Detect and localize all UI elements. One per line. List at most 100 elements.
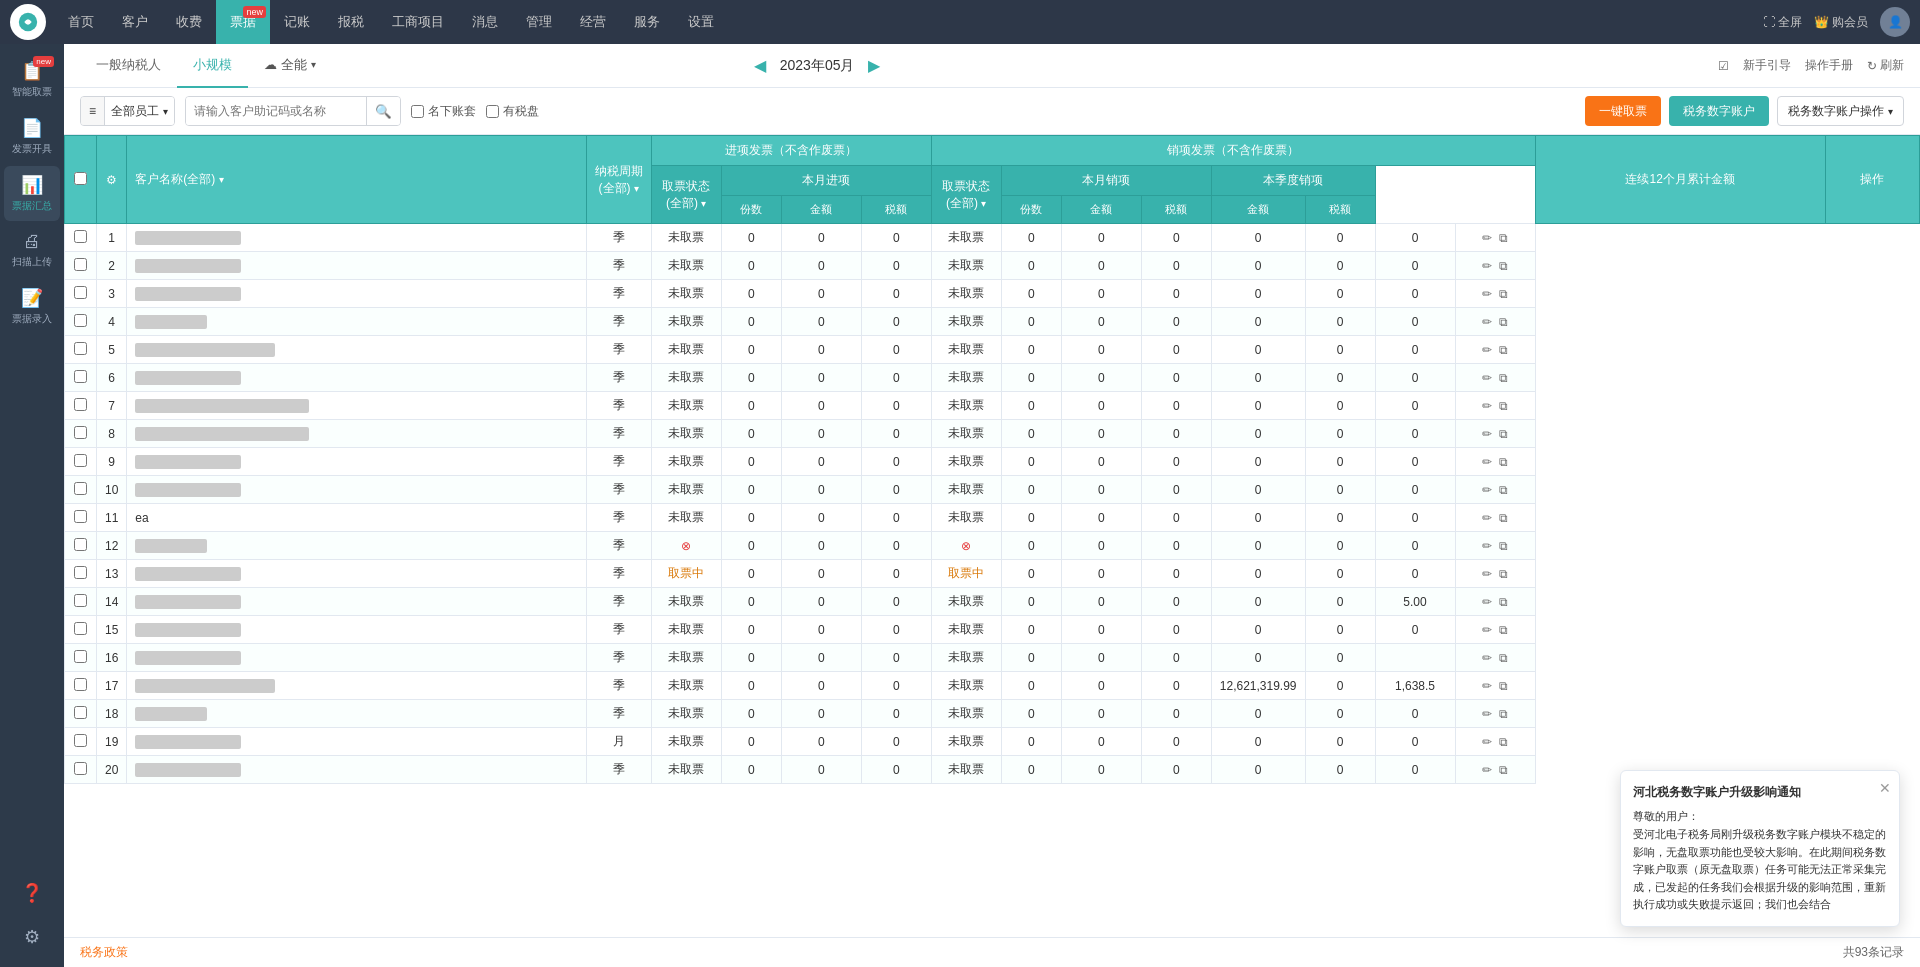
help-button[interactable]: ❓ [14, 875, 50, 911]
sidebar-item-smart-ticket[interactable]: 📋 智能取票 new [4, 52, 60, 107]
copy-icon[interactable]: ⧉ [1499, 399, 1508, 413]
nav-message[interactable]: 消息 [458, 0, 512, 44]
row-checkbox[interactable] [74, 398, 87, 411]
col-select-all[interactable] [65, 136, 97, 224]
avatar[interactable]: 👤 [1880, 7, 1910, 37]
edit-icon[interactable]: ✏ [1482, 371, 1492, 385]
copy-icon[interactable]: ⧉ [1499, 707, 1508, 721]
col-client-name[interactable]: 客户名称(全部) ▾ [127, 136, 586, 224]
edit-icon[interactable]: ✏ [1482, 595, 1492, 609]
digital-account-ops-button[interactable]: 税务数字账户操作 ▾ [1777, 96, 1904, 126]
nav-business[interactable]: 工商项目 [378, 0, 458, 44]
select-all-checkbox[interactable] [74, 172, 87, 185]
row-checkbox[interactable] [74, 762, 87, 775]
edit-icon[interactable]: ✏ [1482, 735, 1492, 749]
row-checkbox[interactable] [74, 510, 87, 523]
row-checkbox-cell[interactable] [65, 700, 97, 728]
copy-icon[interactable]: ⧉ [1499, 623, 1508, 637]
filter-cycle-icon[interactable]: ▾ [634, 183, 639, 194]
copy-icon[interactable]: ⧉ [1499, 287, 1508, 301]
edit-icon[interactable]: ✏ [1482, 343, 1492, 357]
edit-icon[interactable]: ✏ [1482, 763, 1492, 777]
row-checkbox[interactable] [74, 594, 87, 607]
nav-operation[interactable]: 经营 [566, 0, 620, 44]
refresh-button[interactable]: ↻ 刷新 [1867, 57, 1904, 74]
checkbox-subaccount[interactable] [411, 105, 424, 118]
fullscreen-button[interactable]: ⛶ 全屏 [1763, 14, 1802, 31]
edit-icon[interactable]: ✏ [1482, 259, 1492, 273]
settings-gear-icon[interactable]: ⚙ [106, 173, 117, 187]
col-out-status[interactable]: 取票状态(全部) ▾ [931, 166, 1001, 224]
operation-manual-button[interactable]: 操作手册 [1805, 57, 1853, 74]
sidebar-item-invoice-open[interactable]: 📄 发票开具 [4, 109, 60, 164]
copy-icon[interactable]: ⧉ [1499, 371, 1508, 385]
tab-general-taxpayer[interactable]: 一般纳税人 [80, 44, 177, 88]
prev-month-button[interactable]: ◀ [748, 54, 772, 77]
row-checkbox[interactable] [74, 314, 87, 327]
row-checkbox-cell[interactable] [65, 756, 97, 784]
row-checkbox-cell[interactable] [65, 476, 97, 504]
nav-service[interactable]: 服务 [620, 0, 674, 44]
nav-client[interactable]: 客户 [108, 0, 162, 44]
row-checkbox-cell[interactable] [65, 728, 97, 756]
row-checkbox-cell[interactable] [65, 336, 97, 364]
edit-icon[interactable]: ✏ [1482, 231, 1492, 245]
copy-icon[interactable]: ⧉ [1499, 735, 1508, 749]
row-checkbox-cell[interactable] [65, 364, 97, 392]
copy-icon[interactable]: ⧉ [1499, 455, 1508, 469]
copy-icon[interactable]: ⧉ [1499, 763, 1508, 777]
row-checkbox-cell[interactable] [65, 560, 97, 588]
row-checkbox-cell[interactable] [65, 448, 97, 476]
edit-icon[interactable]: ✏ [1482, 287, 1492, 301]
digital-account-button[interactable]: 税务数字账户 [1669, 96, 1769, 126]
copy-icon[interactable]: ⧉ [1499, 343, 1508, 357]
row-checkbox[interactable] [74, 286, 87, 299]
edit-icon[interactable]: ✏ [1482, 679, 1492, 693]
row-checkbox-cell[interactable] [65, 672, 97, 700]
row-checkbox-cell[interactable] [65, 224, 97, 252]
search-button[interactable]: 🔍 [366, 97, 400, 125]
sidebar-item-invoice-entry[interactable]: 📝 票据录入 [4, 279, 60, 334]
row-checkbox-cell[interactable] [65, 588, 97, 616]
copy-icon[interactable]: ⧉ [1499, 511, 1508, 525]
row-checkbox[interactable] [74, 622, 87, 635]
nav-tax[interactable]: 报税 [324, 0, 378, 44]
edit-icon[interactable]: ✏ [1482, 399, 1492, 413]
nav-home[interactable]: 首页 [54, 0, 108, 44]
row-checkbox[interactable] [74, 454, 87, 467]
label-taxdisk[interactable]: 有税盘 [486, 103, 539, 120]
filter-in-status-icon[interactable]: ▾ [701, 198, 706, 209]
edit-icon[interactable]: ✏ [1482, 511, 1492, 525]
edit-icon[interactable]: ✏ [1482, 707, 1492, 721]
copy-icon[interactable]: ⧉ [1499, 595, 1508, 609]
row-checkbox[interactable] [74, 734, 87, 747]
row-checkbox-cell[interactable] [65, 392, 97, 420]
nav-charge[interactable]: 收费 [162, 0, 216, 44]
row-checkbox-cell[interactable] [65, 532, 97, 560]
nav-ticket[interactable]: 票据 new [216, 0, 270, 44]
row-checkbox-cell[interactable] [65, 616, 97, 644]
filter-name-icon[interactable]: ▾ [219, 174, 224, 185]
filter-out-status-icon[interactable]: ▾ [981, 198, 986, 209]
tax-policy-link[interactable]: 税务政策 [80, 944, 128, 961]
nav-settings[interactable]: 设置 [674, 0, 728, 44]
label-subaccount[interactable]: 名下账套 [411, 103, 476, 120]
edit-icon[interactable]: ✏ [1482, 623, 1492, 637]
row-checkbox[interactable] [74, 342, 87, 355]
row-checkbox-cell[interactable] [65, 644, 97, 672]
copy-icon[interactable]: ⧉ [1499, 259, 1508, 273]
copy-icon[interactable]: ⧉ [1499, 483, 1508, 497]
copy-icon[interactable]: ⧉ [1499, 679, 1508, 693]
tab-full[interactable]: ☁ 全能 ▾ [248, 44, 332, 88]
edit-icon[interactable]: ✏ [1482, 483, 1492, 497]
row-checkbox-cell[interactable] [65, 504, 97, 532]
search-input[interactable] [186, 97, 366, 125]
copy-icon[interactable]: ⧉ [1499, 567, 1508, 581]
copy-icon[interactable]: ⧉ [1499, 231, 1508, 245]
row-checkbox-cell[interactable] [65, 252, 97, 280]
row-checkbox[interactable] [74, 370, 87, 383]
edit-icon[interactable]: ✏ [1482, 567, 1492, 581]
edit-icon[interactable]: ✏ [1482, 427, 1492, 441]
copy-icon[interactable]: ⧉ [1499, 315, 1508, 329]
row-checkbox-cell[interactable] [65, 280, 97, 308]
